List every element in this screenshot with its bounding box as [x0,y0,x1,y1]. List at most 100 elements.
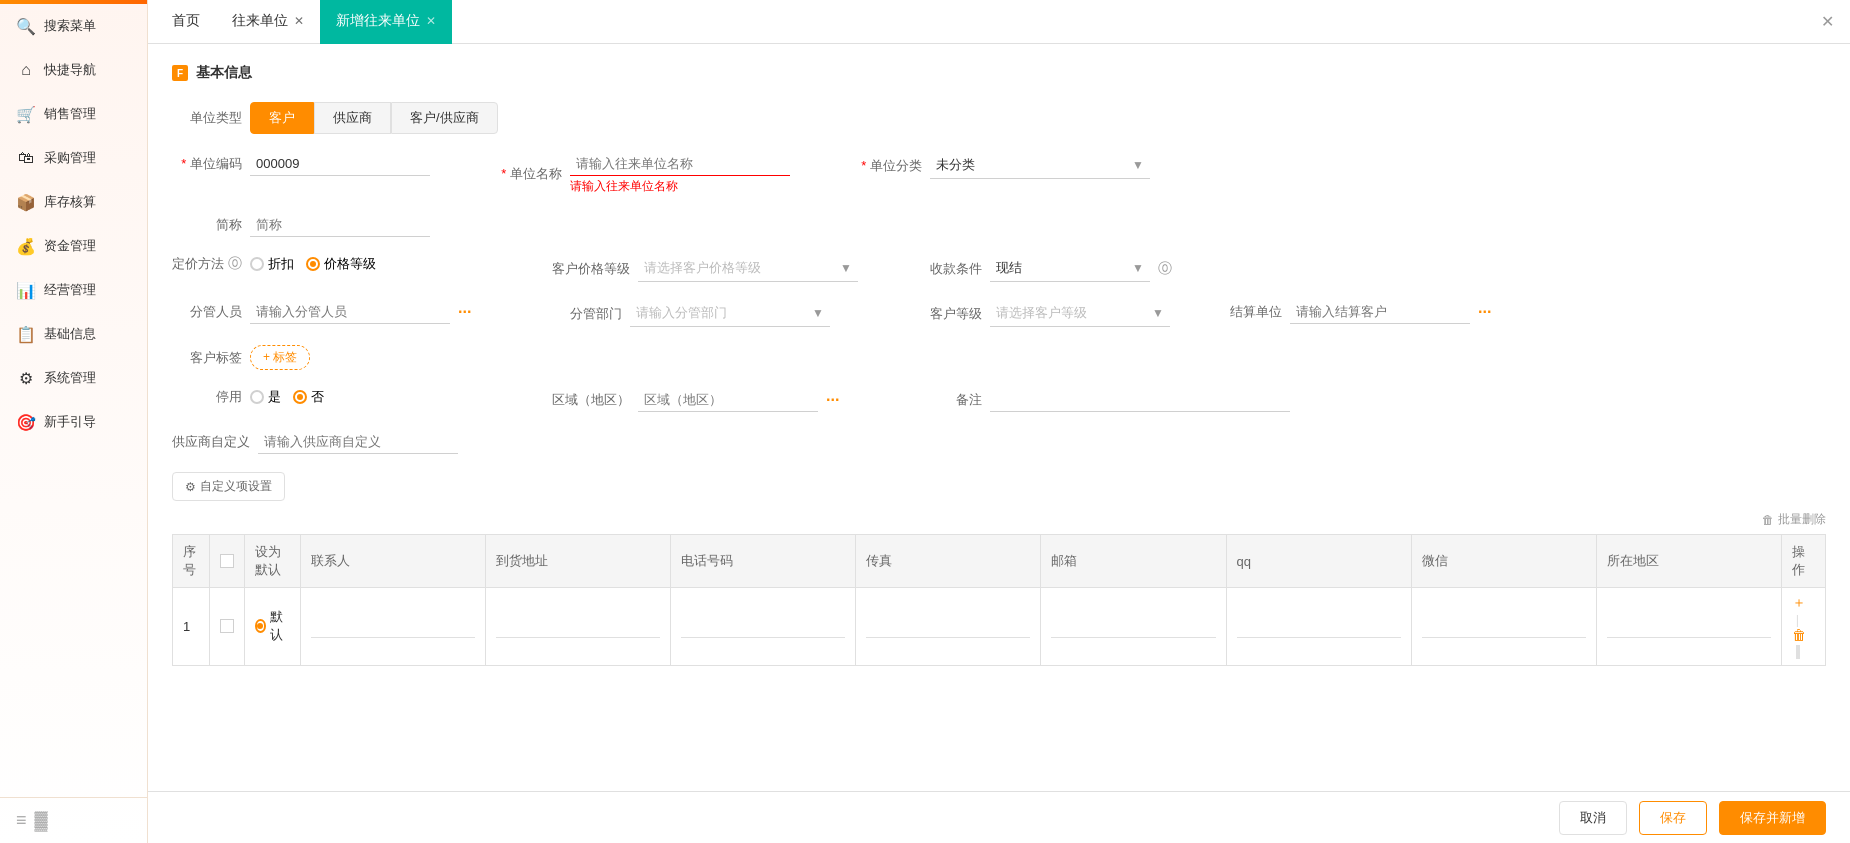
row-delete-button[interactable]: 🗑 [1792,627,1806,643]
supplier-custom-input[interactable] [258,430,458,454]
custom-settings-button[interactable]: ⚙ 自定义项设置 [172,472,285,501]
pricing-radio-level[interactable]: 价格等级 [306,255,376,273]
cell-seq: 1 [173,588,210,666]
contact-table-container: 🗑 批量删除 序号 设为默认 联系人 到货地址 电话号码 传真 邮箱 qq [172,511,1826,666]
cell-wechat [1411,588,1596,666]
select-all-checkbox[interactable] [220,554,234,568]
pricing-method-help-icon[interactable]: ⓪ [228,255,242,271]
settlement-more-icon[interactable]: ··· [1478,303,1491,321]
region-field: 区域（地区） ··· [552,388,912,412]
qq-input[interactable] [1237,614,1401,638]
sidebar-item-guide[interactable]: 🎯 新手引导 [0,400,147,444]
sidebar-item-search[interactable]: 🔍 搜索菜单 [0,4,147,48]
sidebar-item-basic[interactable]: 📋 基础信息 [0,312,147,356]
unit-type-row: 单位类型 客户 供应商 客户/供应商 [172,102,1826,134]
gear-icon: ⚙ [185,480,196,494]
sidebar-item-sales[interactable]: 🛒 销售管理 [0,92,147,136]
form-area: F 基本信息 单位类型 客户 供应商 客户/供应商 * 单位编码 [148,44,1850,791]
settlement-input[interactable] [1290,300,1470,324]
region-more-icon[interactable]: ··· [826,391,839,409]
cell-region [1596,588,1781,666]
payment-term-select[interactable]: 现结 ▼ [990,255,1150,282]
customer-level-chevron-icon: ▼ [1152,306,1164,320]
section-header: F 基本信息 [172,64,1826,82]
address-input[interactable] [496,614,660,638]
unit-code-input[interactable] [250,152,430,176]
sidebar-item-inventory[interactable]: 📦 库存核算 [0,180,147,224]
customer-level-field: 客户等级 请选择客户等级 ▼ [912,300,1212,327]
tab-home[interactable]: 首页 [156,0,216,44]
save-and-new-button[interactable]: 保存并新增 [1719,801,1826,835]
pricing-method-field: 定价方法 ⓪ 折扣 价格等级 [172,255,552,273]
fax-input[interactable] [866,614,1030,638]
pricing-method-label: 定价方法 ⓪ [172,255,242,273]
phone-input[interactable] [681,614,845,638]
payment-term-help-icon[interactable]: ⓪ [1158,260,1172,278]
remark-input[interactable] [990,388,1290,412]
supplier-custom-label: 供应商自定义 [172,433,250,451]
contact-input[interactable] [311,614,475,638]
dept-select[interactable]: 请输入分管部门 ▼ [630,300,830,327]
disabled-radio-no[interactable]: 否 [293,388,324,406]
price-level-chevron-icon: ▼ [840,261,852,275]
row-checkbox[interactable] [220,619,234,633]
batch-delete-button[interactable]: 🗑 批量删除 [1762,511,1826,528]
cancel-button[interactable]: 取消 [1559,801,1627,835]
region-label: 区域（地区） [552,391,630,409]
discount-radio-circle [250,257,264,271]
type-btn-supplier[interactable]: 供应商 [314,102,391,134]
price-level-select[interactable]: 请选择客户价格等级 ▼ [638,255,858,282]
manager-field: 分管人员 ··· [172,300,552,324]
unit-name-wrapper: 请输入往来单位名称 [570,152,790,195]
tab-partner-close[interactable]: ✕ [294,14,304,28]
tab-new-partner-close[interactable]: ✕ [426,14,436,28]
email-input[interactable] [1051,614,1215,638]
sidebar-item-finance[interactable]: 💰 资金管理 [0,224,147,268]
supplier-custom-row: 供应商自定义 [172,430,1826,454]
cell-action: ＋ | 🗑 [1781,588,1825,666]
sidebar-item-quick-nav[interactable]: ⌂ 快捷导航 [0,48,147,92]
sidebar-item-purchase[interactable]: 🛍 采购管理 [0,136,147,180]
row-add-button[interactable]: ＋ [1792,594,1806,610]
pricing-row: 定价方法 ⓪ 折扣 价格等级 客户价格等级 [172,255,1826,282]
col-action: 操作 [1781,535,1825,588]
dept-label: 分管部门 [552,305,622,323]
tab-partner[interactable]: 往来单位 ✕ [216,0,320,44]
customer-level-label: 客户等级 [912,305,982,323]
sidebar-item-operations[interactable]: 📊 经营管理 [0,268,147,312]
unit-category-select[interactable]: 未分类 ▼ [930,152,1150,179]
save-button[interactable]: 保存 [1639,801,1707,835]
set-default-radio[interactable]: 默认 [255,608,290,644]
home-icon: ⌂ [16,60,36,80]
sidebar-item-system[interactable]: ⚙ 系统管理 [0,356,147,400]
supplier-custom-field: 供应商自定义 [172,430,552,454]
disabled-radio-yes[interactable]: 是 [250,388,281,406]
cell-checkbox [209,588,244,666]
sidebar-expand-icon[interactable]: ≡ [16,810,27,831]
abbr-input[interactable] [250,213,430,237]
tab-new-partner[interactable]: 新增往来单位 ✕ [320,0,452,44]
customer-level-select[interactable]: 请选择客户等级 ▼ [990,300,1170,327]
abbr-label: 简称 [172,216,242,234]
cell-fax [856,588,1041,666]
row-region-input[interactable] [1607,614,1771,638]
price-level-label: 客户价格等级 [552,260,630,278]
sidebar-bars-icon[interactable]: ▓ [35,810,48,831]
add-tag-button[interactable]: + 标签 [250,345,310,370]
sidebar-bottom: ≡ ▓ [0,797,147,843]
close-all-tabs-button[interactable]: ✕ [1813,12,1842,31]
unit-category-field: * 单位分类 未分类 ▼ [852,152,1192,179]
dept-chevron-icon: ▼ [812,306,824,320]
pricing-radio-discount[interactable]: 折扣 [250,255,294,273]
manager-label: 分管人员 [172,303,242,321]
unit-name-input[interactable] [570,152,790,176]
region-input[interactable] [638,388,818,412]
wechat-input[interactable] [1422,614,1586,638]
cell-contact [300,588,485,666]
type-btn-both[interactable]: 客户/供应商 [391,102,498,134]
manager-input[interactable] [250,300,450,324]
manager-more-icon[interactable]: ··· [458,303,471,321]
unit-type-btn-group: 客户 供应商 客户/供应商 [250,102,498,134]
type-btn-customer[interactable]: 客户 [250,102,314,134]
remark-field: 备注 [912,388,1826,412]
